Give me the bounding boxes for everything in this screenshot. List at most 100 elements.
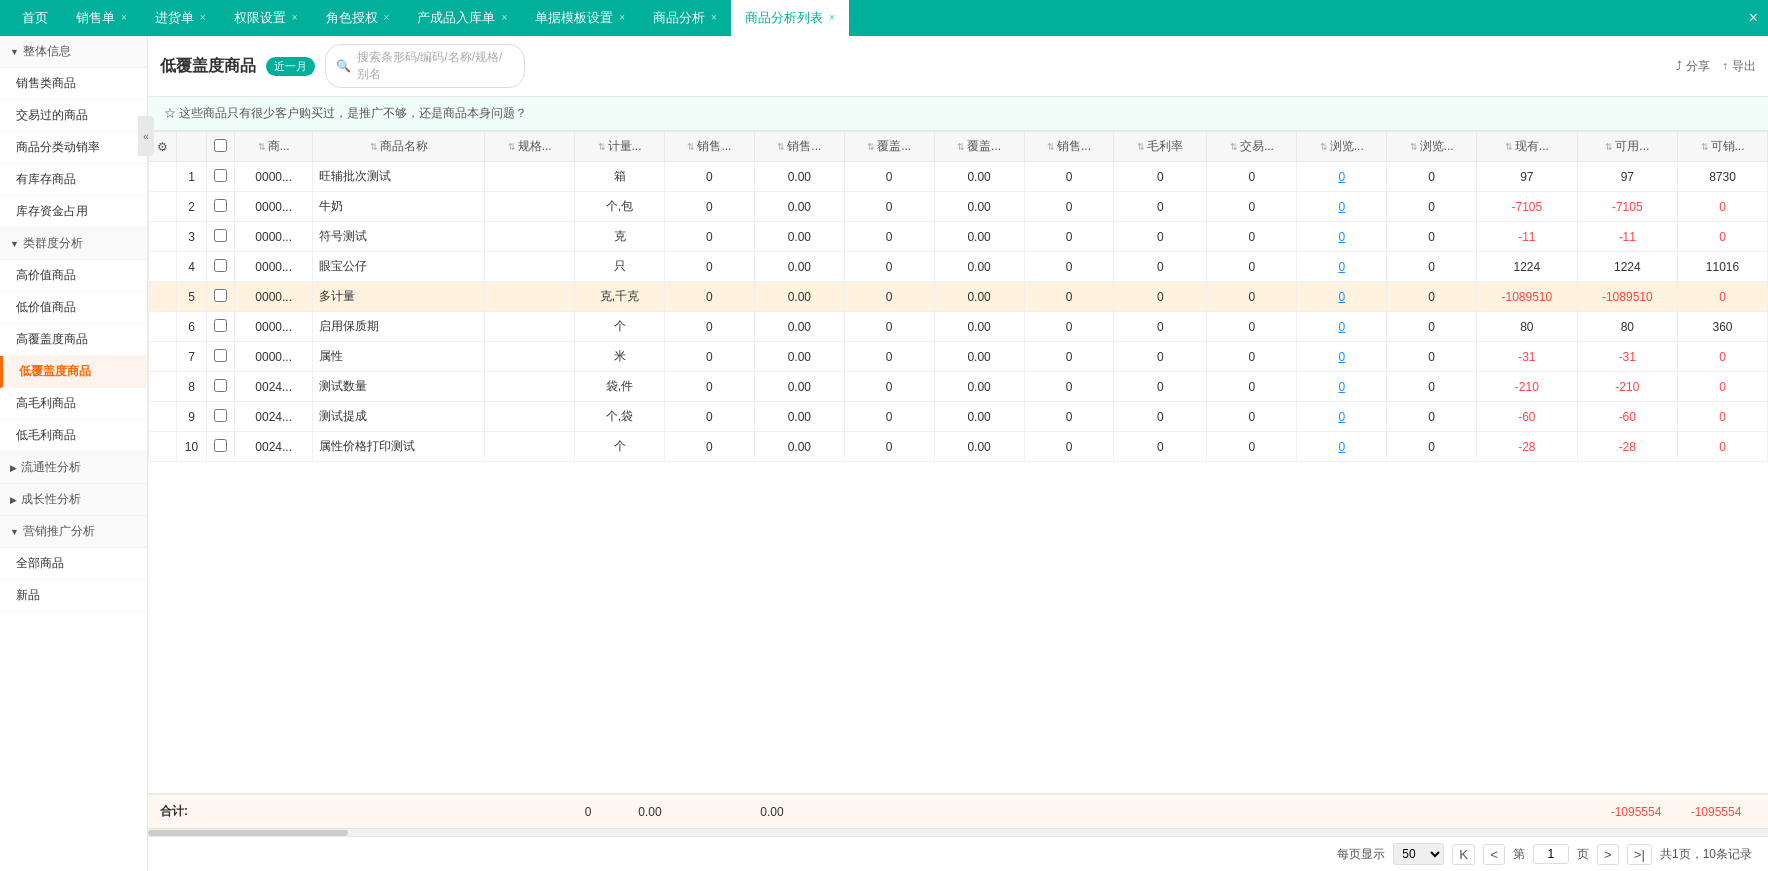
page-size-select[interactable]: 50 20 100 xyxy=(1393,843,1444,865)
checkbox-col-header[interactable] xyxy=(207,132,235,162)
table-row: 40000...眼宝公仔只00.0000.0000000122412241101… xyxy=(149,252,1768,282)
sidebar-item-库存资金占用[interactable]: 库存资金占用 xyxy=(0,196,147,228)
row-checkbox[interactable] xyxy=(214,229,227,242)
cover1-col-header[interactable]: ⇅覆盖... xyxy=(844,132,934,162)
nav-close-icon[interactable]: × xyxy=(384,0,390,36)
row-checkbox[interactable] xyxy=(214,319,227,332)
chevron-icon: ▼ xyxy=(10,239,19,249)
row-checkbox[interactable] xyxy=(214,349,227,362)
window-close-button[interactable]: × xyxy=(1749,9,1758,27)
sidebar-section-成长性分析[interactable]: ▶ 成长性分析 xyxy=(0,484,147,516)
sidebar-item-低覆盖度商品[interactable]: 低覆盖度商品 xyxy=(0,356,147,388)
table-scroll-wrapper[interactable]: ⚙ ⇅商... ⇅商品名称 ⇅规格... ⇅计量... ⇅销售... ⇅销售. xyxy=(148,131,1768,793)
browse1-col-header[interactable]: ⇅浏览... xyxy=(1297,132,1387,162)
nav-close-icon[interactable]: × xyxy=(200,0,206,36)
unit-col-header[interactable]: ⇅计量... xyxy=(575,132,665,162)
content-area: 低覆盖度商品 近一月 🔍 搜索条形码/编码/名称/规格/别名 ⤴ 分享 ↑ 导出 xyxy=(148,36,1768,871)
nav-close-icon[interactable]: × xyxy=(711,0,717,36)
nav-close-icon[interactable]: × xyxy=(501,0,507,36)
sidebar-item-低价值商品[interactable]: 低价值商品 xyxy=(0,292,147,324)
nav-item-商品分析列表[interactable]: 商品分析列表× xyxy=(731,0,849,36)
sidebar-item-低毛利商品[interactable]: 低毛利商品 xyxy=(0,420,147,452)
sidebar-item-有库存商品[interactable]: 有库存商品 xyxy=(0,164,147,196)
row-checkbox[interactable] xyxy=(214,379,227,392)
settings-icon[interactable]: ⚙ xyxy=(157,140,168,154)
sales1-col-header[interactable]: ⇅销售... xyxy=(664,132,754,162)
table-row: 100024...属性价格打印测试个00.0000.0000000-28-280 xyxy=(149,432,1768,462)
nav-item-进货单[interactable]: 进货单× xyxy=(141,0,220,36)
sales3-col-header[interactable]: ⇅销售... xyxy=(1024,132,1114,162)
table-row: 80024...测试数量袋,件00.0000.0000000-210-2100 xyxy=(149,372,1768,402)
spec-col-header[interactable]: ⇅规格... xyxy=(485,132,575,162)
table-row: 90024...测试提成个,袋00.0000.0000000-60-600 xyxy=(149,402,1768,432)
row-checkbox[interactable] xyxy=(214,259,227,272)
sidebar-section-整体信息[interactable]: ▼整体信息 xyxy=(0,36,147,68)
export-icon: ↑ xyxy=(1722,59,1728,73)
row-checkbox[interactable] xyxy=(214,289,227,302)
sidebar-item-商品分类动销率[interactable]: 商品分类动销率 xyxy=(0,132,147,164)
code-col-header[interactable]: ⇅商... xyxy=(235,132,313,162)
sidebar-section-label: 成长性分析 xyxy=(21,491,81,508)
chevron-icon: ▶ xyxy=(10,495,17,505)
row-checkbox[interactable] xyxy=(214,439,227,452)
stock1-col-header[interactable]: ⇅现有... xyxy=(1477,132,1577,162)
nav-item-权限设置[interactable]: 权限设置× xyxy=(220,0,312,36)
sidebar-section-营销推广分析[interactable]: ▼ 营销推广分析 xyxy=(0,516,147,548)
nav-item-产成品入库单[interactable]: 产成品入库单× xyxy=(403,0,521,36)
period-badge[interactable]: 近一月 xyxy=(266,57,315,76)
name-col-header[interactable]: ⇅商品名称 xyxy=(313,132,485,162)
nav-close-icon[interactable]: × xyxy=(121,0,127,36)
trade-col-header[interactable]: ⇅交易... xyxy=(1207,132,1297,162)
chevron-icon: ▼ xyxy=(10,47,19,57)
sellable-col-header[interactable]: ⇅可销... xyxy=(1678,132,1768,162)
nav-item-单据模板设置[interactable]: 单据模板设置× xyxy=(521,0,639,36)
chevron-icon: ▶ xyxy=(10,463,17,473)
cover2-col-header[interactable]: ⇅覆盖... xyxy=(934,132,1024,162)
nav-item-角色授权[interactable]: 角色授权× xyxy=(312,0,404,36)
share-button[interactable]: ⤴ 分享 xyxy=(1676,58,1710,75)
row-checkbox[interactable] xyxy=(214,199,227,212)
sales2-col-header[interactable]: ⇅销售... xyxy=(754,132,844,162)
table-row: 70000...属性米00.0000.0000000-31-310 xyxy=(149,342,1768,372)
horizontal-scrollbar[interactable] xyxy=(148,828,1768,836)
no-col-header xyxy=(177,132,207,162)
sidebar-item-高覆盖度商品[interactable]: 高覆盖度商品 xyxy=(0,324,147,356)
sidebar-item-高价值商品[interactable]: 高价值商品 xyxy=(0,260,147,292)
search-box[interactable]: 🔍 搜索条形码/编码/名称/规格/别名 xyxy=(325,44,525,88)
sidebar-item-新品[interactable]: 新品 xyxy=(0,580,147,612)
browse2-col-header[interactable]: ⇅浏览... xyxy=(1387,132,1477,162)
sidebar-section-流通性分析[interactable]: ▶ 流通性分析 xyxy=(0,452,147,484)
sidebar-section-label: 流通性分析 xyxy=(21,459,81,476)
sidebar-section-label: 营销推广分析 xyxy=(23,523,95,540)
current-page-input[interactable] xyxy=(1533,844,1569,864)
row-checkbox[interactable] xyxy=(214,409,227,422)
sidebar-section-类群度分析[interactable]: ▼类群度分析 xyxy=(0,228,147,260)
stock2-col-header[interactable]: ⇅可用... xyxy=(1577,132,1677,162)
row-checkbox[interactable] xyxy=(214,169,227,182)
sidebar-item-高毛利商品[interactable]: 高毛利商品 xyxy=(0,388,147,420)
last-page-button[interactable]: >| xyxy=(1627,844,1652,865)
nav-item-销售单[interactable]: 销售单× xyxy=(62,0,141,36)
summary-stock2: -1095554 xyxy=(1676,805,1756,819)
export-button[interactable]: ↑ 导出 xyxy=(1722,58,1756,75)
content-header: 低覆盖度商品 近一月 🔍 搜索条形码/编码/名称/规格/别名 ⤴ 分享 ↑ 导出 xyxy=(148,36,1768,97)
chevron-icon: ▼ xyxy=(10,527,19,537)
search-icon: 🔍 xyxy=(336,59,351,73)
nav-close-icon[interactable]: × xyxy=(292,0,298,36)
nav-close-icon[interactable]: × xyxy=(829,0,835,36)
first-page-button[interactable]: K xyxy=(1452,844,1475,865)
nav-item-商品分析[interactable]: 商品分析× xyxy=(639,0,731,36)
next-page-button[interactable]: > xyxy=(1597,844,1619,865)
select-all-checkbox[interactable] xyxy=(214,139,227,152)
sidebar: ▼整体信息销售类商品交易过的商品商品分类动销率有库存商品库存资金占用▼类群度分析… xyxy=(0,36,148,871)
sidebar-item-销售类商品[interactable]: 销售类商品 xyxy=(0,68,147,100)
sidebar-collapse-button[interactable]: « xyxy=(138,116,154,156)
prev-page-button[interactable]: < xyxy=(1483,844,1505,865)
pagination-bar: 每页显示 50 20 100 K < 第 页 > >| 共1页，10条记录 xyxy=(148,836,1768,871)
nav-close-icon[interactable]: × xyxy=(619,0,625,36)
summary-row: 合计: 0 0.00 0.00 -1095554 -1095554 xyxy=(148,793,1768,828)
sidebar-item-交易过的商品[interactable]: 交易过的商品 xyxy=(0,100,147,132)
nav-item-首页[interactable]: 首页 xyxy=(8,0,62,36)
profit-col-header[interactable]: ⇅毛利率 xyxy=(1114,132,1207,162)
sidebar-item-全部商品[interactable]: 全部商品 xyxy=(0,548,147,580)
